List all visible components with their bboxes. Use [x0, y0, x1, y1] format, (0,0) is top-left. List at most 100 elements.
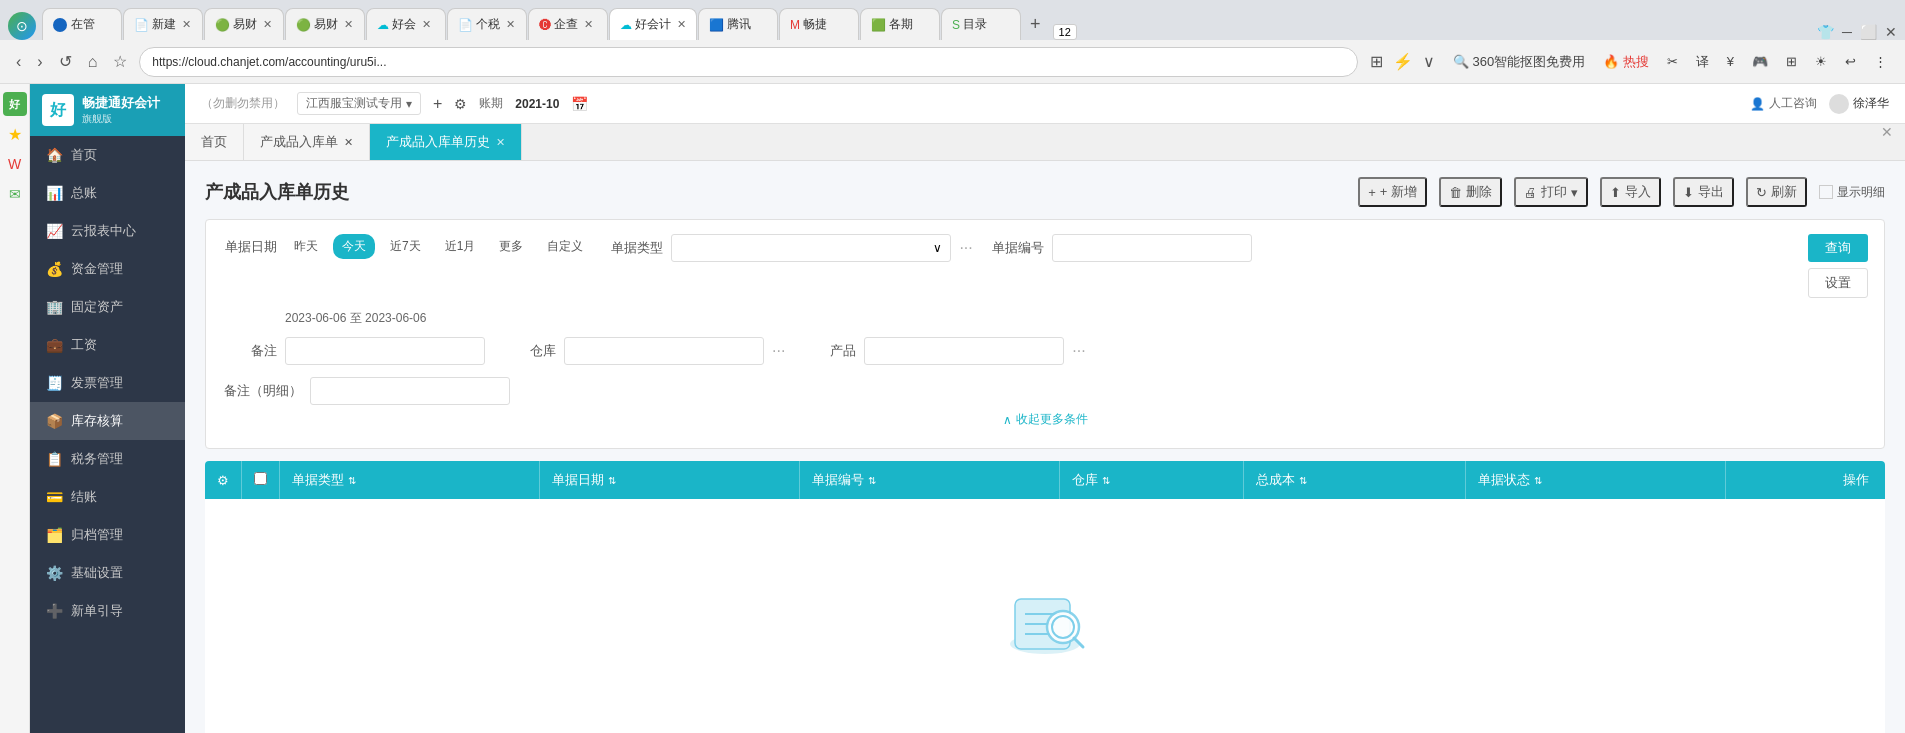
tab-10[interactable]: M 畅捷 — [779, 8, 859, 40]
user-service[interactable]: 👤 人工咨询 — [1750, 95, 1817, 112]
page-tab-history-close[interactable]: ✕ — [496, 136, 505, 149]
sidebar-item-newbill[interactable]: ➕ 新单引导 — [30, 592, 185, 630]
query-button[interactable]: 查询 — [1808, 234, 1868, 262]
page-tab-home[interactable]: 首页 — [185, 124, 244, 160]
tab-4-close[interactable]: ✕ — [344, 18, 353, 31]
sidebar-item-basic[interactable]: ⚙️ 基础设置 — [30, 554, 185, 592]
back-button[interactable]: ‹ — [12, 49, 25, 75]
display-toggle[interactable]: 显示明细 — [1819, 184, 1885, 201]
lightning-button[interactable]: ⚡ — [1389, 48, 1417, 75]
more-button[interactable]: ⋮ — [1868, 51, 1893, 72]
bookmark-button[interactable]: ☆ — [109, 48, 131, 75]
sidebar-item-fund[interactable]: 💰 资金管理 — [30, 250, 185, 288]
address-input[interactable] — [139, 47, 1358, 77]
icon-sidebar-weibo[interactable]: W — [3, 152, 27, 176]
col-gear[interactable]: ⚙ — [205, 461, 242, 499]
tab-9[interactable]: 🟦 腾讯 — [698, 8, 778, 40]
expand-button[interactable]: ∨ — [1419, 48, 1439, 75]
minimize-button[interactable]: ─ — [1842, 24, 1852, 40]
tab-4[interactable]: 🟢 易财 ✕ — [285, 8, 365, 40]
window-shirt-icon[interactable]: 👕 — [1817, 24, 1834, 40]
date-7days[interactable]: 近7天 — [381, 234, 430, 259]
forward-button[interactable]: › — [33, 49, 46, 75]
icon-sidebar-mail[interactable]: ✉ — [3, 182, 27, 206]
display-checkbox[interactable] — [1819, 185, 1833, 199]
home-nav-button[interactable]: ⌂ — [84, 49, 102, 75]
company-selector[interactable]: 江西服宝测试专用 ▾ — [297, 92, 421, 115]
tab-8-close[interactable]: ✕ — [677, 18, 686, 31]
page-tab-bill[interactable]: 产成品入库单 ✕ — [244, 124, 370, 160]
refresh-nav-button[interactable]: ↺ — [55, 48, 76, 75]
tab-2-close[interactable]: ✕ — [182, 18, 191, 31]
page-tab-bill-close[interactable]: ✕ — [344, 136, 353, 149]
warehouse-input[interactable] — [564, 337, 764, 365]
col-date[interactable]: 单据日期 ⇅ — [540, 461, 800, 499]
page-tab-history[interactable]: 产成品入库单历史 ✕ — [370, 124, 522, 160]
date-1month[interactable]: 近1月 — [436, 234, 485, 259]
tab-11[interactable]: 🟩 各期 — [860, 8, 940, 40]
add-company-button[interactable]: + — [433, 95, 442, 113]
collapse-button[interactable]: ∧ 收起更多条件 — [222, 405, 1868, 434]
calendar-button[interactable]: 📅 — [571, 96, 588, 112]
undo-button[interactable]: ↩ — [1839, 51, 1862, 72]
tab-2[interactable]: 📄 新建 ✕ — [123, 8, 203, 40]
translate-button[interactable]: 译 — [1690, 50, 1715, 74]
sidebar-item-checkout[interactable]: 💳 结账 — [30, 478, 185, 516]
tab-6[interactable]: 📄 个税 ✕ — [447, 8, 527, 40]
scissors-button[interactable]: ✂ — [1661, 51, 1684, 72]
date-more[interactable]: 更多 — [490, 234, 532, 259]
tab-5[interactable]: ☁ 好会 ✕ — [366, 8, 446, 40]
refresh-button[interactable]: ↻ 刷新 — [1746, 177, 1807, 207]
export-button[interactable]: ⬇ 导出 — [1673, 177, 1734, 207]
panel-close-button[interactable]: ✕ — [1869, 124, 1905, 160]
print-button[interactable]: 🖨 打印 ▾ — [1514, 177, 1588, 207]
date-custom[interactable]: 自定义 — [538, 234, 592, 259]
close-button[interactable]: ✕ — [1885, 24, 1897, 40]
tab-5-close[interactable]: ✕ — [422, 18, 431, 31]
sidebar-item-archive[interactable]: 🗂️ 归档管理 — [30, 516, 185, 554]
col-status[interactable]: 单据状态 ⇅ — [1466, 461, 1726, 499]
delete-button[interactable]: 🗑 删除 — [1439, 177, 1502, 207]
tab-8[interactable]: ☁ 好会计 ✕ — [609, 8, 697, 40]
tab-1[interactable]: 在管 — [42, 8, 122, 40]
date-today[interactable]: 今天 — [333, 234, 375, 259]
settings-top-button[interactable]: ⚙ — [454, 96, 467, 112]
tab-7-close[interactable]: ✕ — [584, 18, 593, 31]
tab-7[interactable]: 🅒 企查 ✕ — [528, 8, 608, 40]
maximize-button[interactable]: ⬜ — [1860, 24, 1877, 40]
sidebar-item-invoice[interactable]: 🧾 发票管理 — [30, 364, 185, 402]
tab-6-close[interactable]: ✕ — [506, 18, 515, 31]
product-input[interactable] — [864, 337, 1064, 365]
game-button[interactable]: 🎮 — [1746, 51, 1774, 72]
col-check[interactable] — [242, 461, 280, 499]
select-all-checkbox[interactable] — [254, 472, 267, 485]
col-type[interactable]: 单据类型 ⇅ — [280, 461, 540, 499]
sidebar-item-home[interactable]: 🏠 首页 — [30, 136, 185, 174]
icon-sidebar-star[interactable]: ★ — [3, 122, 27, 146]
num-filter-input[interactable] — [1052, 234, 1252, 262]
gear-column-icon[interactable]: ⚙ — [217, 473, 229, 488]
import-button[interactable]: ⬆ 导入 — [1600, 177, 1661, 207]
new-tab-button[interactable]: + — [1022, 8, 1049, 40]
sidebar-item-report[interactable]: 📈 云报表中心 — [30, 212, 185, 250]
currency-button[interactable]: ¥ — [1721, 51, 1740, 72]
sidebar-item-asset[interactable]: 🏢 固定资产 — [30, 288, 185, 326]
sun-button[interactable]: ☀ — [1809, 51, 1833, 72]
remarks-input[interactable] — [285, 337, 485, 365]
sidebar-item-tax[interactable]: 📋 税务管理 — [30, 440, 185, 478]
remarks2-input[interactable] — [310, 377, 510, 405]
sidebar-item-salary[interactable]: 💼 工资 — [30, 326, 185, 364]
date-yesterday[interactable]: 昨天 — [285, 234, 327, 259]
sidebar-item-ledger[interactable]: 📊 总账 — [30, 174, 185, 212]
icon-sidebar-green[interactable]: 好 — [3, 92, 27, 116]
tab-3[interactable]: 🟢 易财 ✕ — [204, 8, 284, 40]
tab-12[interactable]: S 目录 — [941, 8, 1021, 40]
grid-view-button[interactable]: ⊞ — [1780, 51, 1803, 72]
tab-3-close[interactable]: ✕ — [263, 18, 272, 31]
col-warehouse[interactable]: 仓库 ⇅ — [1060, 461, 1244, 499]
new-button[interactable]: + + 新增 — [1358, 177, 1427, 207]
sidebar-item-inventory[interactable]: 📦 库存核算 — [30, 402, 185, 440]
col-num[interactable]: 单据编号 ⇅ — [800, 461, 1060, 499]
settings-filter-button[interactable]: 设置 — [1808, 268, 1868, 298]
search-360-button[interactable]: 🔍 360智能抠图免费用 — [1447, 50, 1591, 74]
